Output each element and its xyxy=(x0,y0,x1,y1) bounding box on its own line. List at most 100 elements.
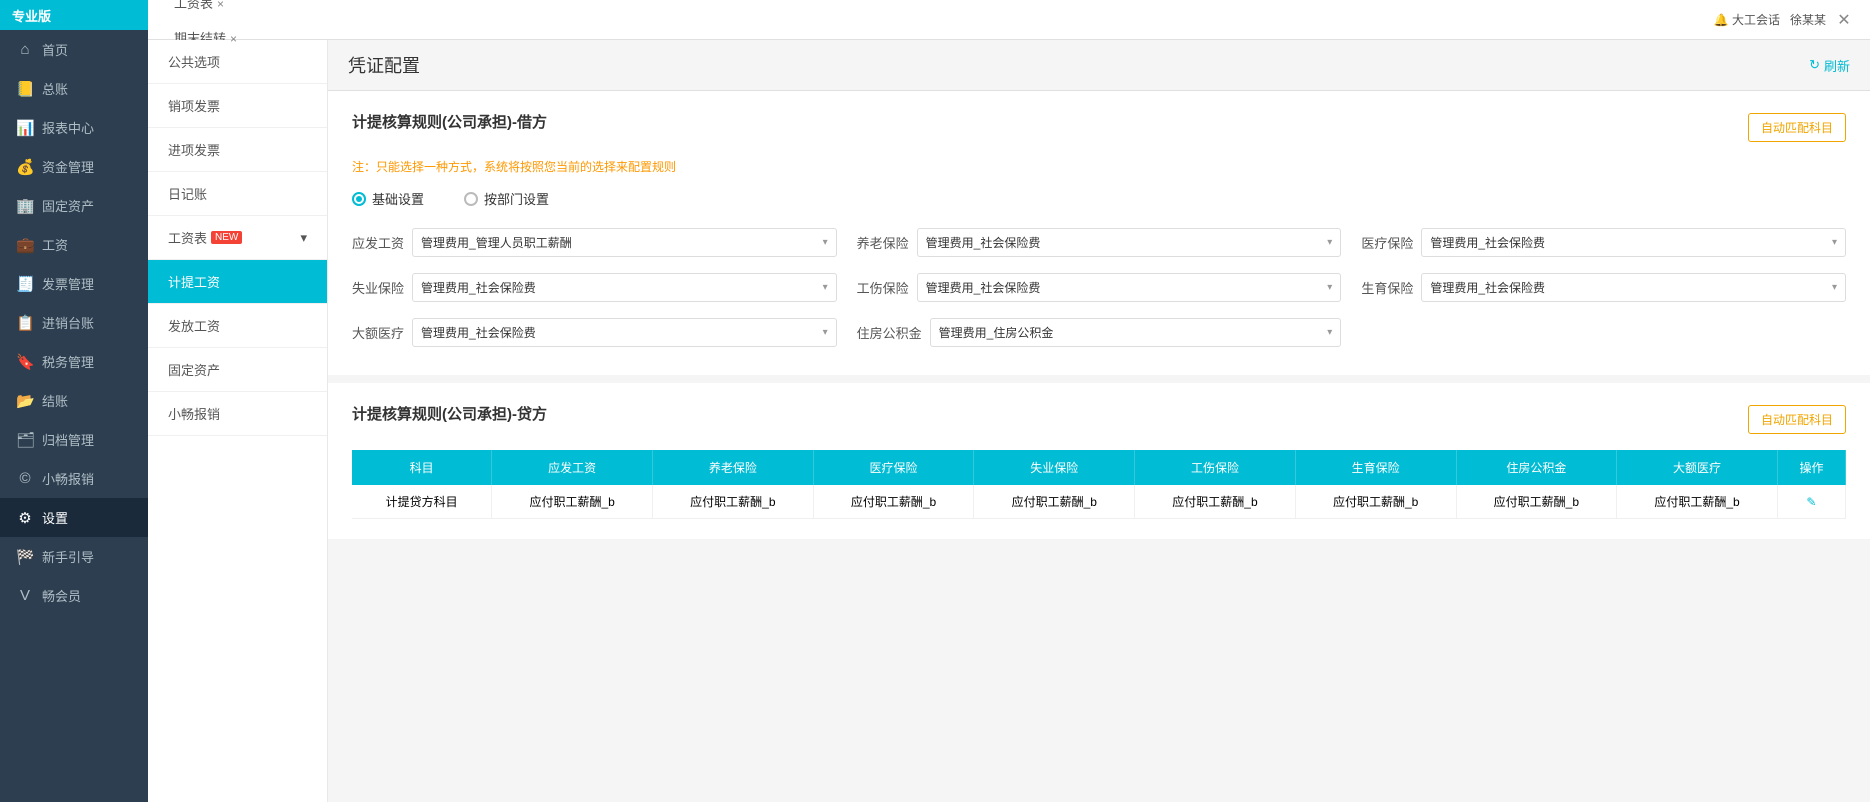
debit-select-injury[interactable]: 管理费用_社会保险费 ▾ xyxy=(917,273,1342,302)
sidebar-item-fixed-assets[interactable]: 🏢固定资产 xyxy=(0,186,148,225)
tab-close-voucher-config[interactable]: × xyxy=(230,67,237,81)
sidebar-item-guide[interactable]: 🏁新手引导 xyxy=(0,537,148,576)
radio-dept-dot xyxy=(464,192,478,206)
dropdown-icon-housing-fund: ▾ xyxy=(1327,327,1332,338)
debit-select-unemployment[interactable]: 管理费用_社会保险费 ▾ xyxy=(412,273,837,302)
debit-select-large-medical[interactable]: 管理费用_社会保险费 ▾ xyxy=(412,318,837,347)
debit-select-maternity[interactable]: 管理费用_社会保险费 ▾ xyxy=(1421,273,1846,302)
sidebar: 专业版 ⌂ 首页 📒总账📊报表中心💰资金管理🏢固定资产💼工资🧾发票管理📋进销台账🔖税… xyxy=(0,0,148,802)
sidebar-item-settings[interactable]: ⚙设置 xyxy=(0,498,148,537)
credit-col-header-操作: 操作 xyxy=(1777,450,1845,485)
dropdown-icon-maternity: ▾ xyxy=(1832,282,1837,293)
credit-cell-5: 应付职工薪酬_b xyxy=(1135,485,1296,519)
sidebar-item-general-ledger[interactable]: 📒总账 xyxy=(0,69,148,108)
debit-select-housing-fund[interactable]: 管理费用_住房公积金 ▾ xyxy=(930,318,1342,347)
sidebar-item-home[interactable]: ⌂ 首页 xyxy=(0,30,148,69)
left-nav-fixed-assets[interactable]: 固定资产 xyxy=(148,348,327,392)
debit-select-salary[interactable]: 管理费用_管理人员职工薪酬 ▾ xyxy=(412,228,837,257)
debit-field-salary: 应发工资 管理费用_管理人员职工薪酬 ▾ xyxy=(352,228,837,257)
sidebar-icon-xcreport: © xyxy=(16,470,34,487)
credit-section-header: 计提核算规则(公司承担)-贷方 自动匹配科目 xyxy=(352,403,1846,436)
credit-col-header-医疗保险: 医疗保险 xyxy=(813,450,974,485)
sidebar-logo: 专业版 xyxy=(0,0,148,30)
sidebar-item-capital[interactable]: 💰资金管理 xyxy=(0,147,148,186)
credit-col-header-工伤保险: 工伤保险 xyxy=(1135,450,1296,485)
tab-bar: 首页工资表×期末结转×凭证配置× 🔔 大工会话 徐某某 ✕ xyxy=(148,0,1870,40)
sidebar-icon-reports: 📊 xyxy=(16,119,34,137)
debit-auto-match-button[interactable]: 自动匹配科目 xyxy=(1748,113,1846,142)
left-nav-calc-payroll[interactable]: 计提工资 xyxy=(148,260,327,304)
tab-payroll[interactable]: 工资表× xyxy=(160,0,251,20)
left-nav-sales-invoice[interactable]: 销项发票 xyxy=(148,84,327,128)
debit-field-housing-fund: 住房公积金 管理费用_住房公积金 ▾ xyxy=(857,318,1342,347)
radio-basic-label: 基础设置 xyxy=(372,189,424,208)
sidebar-label-home: 首页 xyxy=(42,40,68,59)
new-badge-payroll-table: NEW xyxy=(211,231,242,244)
sidebar-icon-settlement: 📂 xyxy=(16,392,34,410)
sidebar-item-invoice-mgmt[interactable]: 🧾发票管理 xyxy=(0,264,148,303)
credit-cell-2: 应付职工薪酬_b xyxy=(652,485,813,519)
sidebar-icon-settings: ⚙ xyxy=(16,509,34,527)
credit-cell-3: 应付职工薪酬_b xyxy=(813,485,974,519)
tab-close-payroll[interactable]: × xyxy=(217,0,224,11)
left-nav-petty-expense[interactable]: 小畅报销 xyxy=(148,392,327,436)
sidebar-label-invoice-mgmt: 发票管理 xyxy=(42,274,94,293)
sidebar-label-sales-ledger: 进销台账 xyxy=(42,313,94,332)
debit-label-injury: 工伤保险 xyxy=(857,278,909,297)
debit-form-grid: 应发工资 管理费用_管理人员职工薪酬 ▾ 养老保险 管理费用_社会保险费 ▾ 医… xyxy=(352,228,1846,347)
credit-action-cell[interactable]: ✎ xyxy=(1777,485,1845,519)
sidebar-label-guide: 新手引导 xyxy=(42,547,94,566)
sidebar-item-salary[interactable]: 💼工资 xyxy=(0,225,148,264)
credit-auto-match-button[interactable]: 自动匹配科目 xyxy=(1748,405,1846,434)
left-nav-payroll-table[interactable]: 工资表NEW▾ xyxy=(148,216,327,260)
sidebar-item-archive[interactable]: 🗂归档管理 xyxy=(0,420,148,459)
credit-cell-7: 应付职工薪酬_b xyxy=(1456,485,1617,519)
debit-select-pension[interactable]: 管理费用_社会保险费 ▾ xyxy=(917,228,1342,257)
credit-col-header-住房公积金: 住房公积金 xyxy=(1456,450,1617,485)
sidebar-item-member[interactable]: V 畅会员 xyxy=(0,576,148,615)
edit-icon[interactable]: ✎ xyxy=(1806,495,1816,509)
credit-cell-6: 应付职工薪酬_b xyxy=(1295,485,1456,519)
tab-close-period-close[interactable]: × xyxy=(230,32,237,46)
credit-col-header-生育保险: 生育保险 xyxy=(1295,450,1456,485)
dropdown-icon-salary: ▾ xyxy=(823,237,828,248)
sidebar-item-xcreport[interactable]: © 小畅报销 xyxy=(0,459,148,498)
debit-select-value-maternity: 管理费用_社会保险费 xyxy=(1430,279,1832,296)
sidebar-label-member: 畅会员 xyxy=(42,586,81,605)
arrow-icon-payroll-table: ▾ xyxy=(300,230,307,246)
left-nav-label-petty-expense: 小畅报销 xyxy=(168,404,220,423)
debit-select-medical[interactable]: 管理费用_社会保险费 ▾ xyxy=(1421,228,1846,257)
debit-section: 计提核算规则(公司承担)-借方 自动匹配科目 注：只能选择一种方式，系统将按照您… xyxy=(328,91,1870,383)
radio-dept[interactable]: 按部门设置 xyxy=(464,189,549,208)
left-nav: 公共选项销项发票进项发票日记账工资表NEW▾计提工资发放工资固定资产小畅报销 xyxy=(148,40,328,802)
debit-field-unemployment: 失业保险 管理费用_社会保险费 ▾ xyxy=(352,273,837,302)
radio-basic[interactable]: 基础设置 xyxy=(352,189,424,208)
debit-label-housing-fund: 住房公积金 xyxy=(857,323,922,342)
left-nav-issue-payroll[interactable]: 发放工资 xyxy=(148,304,327,348)
credit-table: 科目应发工资养老保险医疗保险失业保险工伤保险生育保险住房公积金大额医疗操作 计提… xyxy=(352,450,1846,519)
left-nav-purchase-invoice[interactable]: 进项发票 xyxy=(148,128,327,172)
sidebar-label-xcreport: 小畅报销 xyxy=(42,469,94,488)
left-nav-label-purchase-invoice: 进项发票 xyxy=(168,140,220,159)
credit-col-header-应发工资: 应发工资 xyxy=(492,450,653,485)
close-button[interactable]: ✕ xyxy=(1830,6,1858,34)
user-info: 🔔 大工会话 徐某某 xyxy=(1714,11,1826,28)
sidebar-item-tax-mgmt[interactable]: 🔖税务管理 xyxy=(0,342,148,381)
sidebar-icon-home: ⌂ xyxy=(16,41,34,58)
refresh-button[interactable]: ↻ 刷新 xyxy=(1809,56,1850,75)
left-nav-journal[interactable]: 日记账 xyxy=(148,172,327,216)
debit-field-maternity: 生育保险 管理费用_社会保险费 ▾ xyxy=(1361,273,1846,302)
credit-cell-4: 应付职工薪酬_b xyxy=(974,485,1135,519)
left-nav-label-public-options: 公共选项 xyxy=(168,52,220,71)
left-nav-public-options[interactable]: 公共选项 xyxy=(148,40,327,84)
sidebar-icon-member: V xyxy=(16,587,34,604)
sidebar-item-settlement[interactable]: 📂结账 xyxy=(0,381,148,420)
sidebar-item-reports[interactable]: 📊报表中心 xyxy=(0,108,148,147)
debit-select-value-medical: 管理费用_社会保险费 xyxy=(1430,234,1832,251)
sidebar-icon-tax-mgmt: 🔖 xyxy=(16,353,34,371)
sidebar-label-archive: 归档管理 xyxy=(42,430,94,449)
left-nav-label-issue-payroll: 发放工资 xyxy=(168,316,220,335)
left-nav-label-fixed-assets: 固定资产 xyxy=(168,360,220,379)
sidebar-item-sales-ledger[interactable]: 📋进销台账 xyxy=(0,303,148,342)
main-content: 凭证配置 ↻ 刷新 计提核算规则(公司承担)-借方 自动匹配科目 注：只能选择一… xyxy=(328,40,1870,802)
